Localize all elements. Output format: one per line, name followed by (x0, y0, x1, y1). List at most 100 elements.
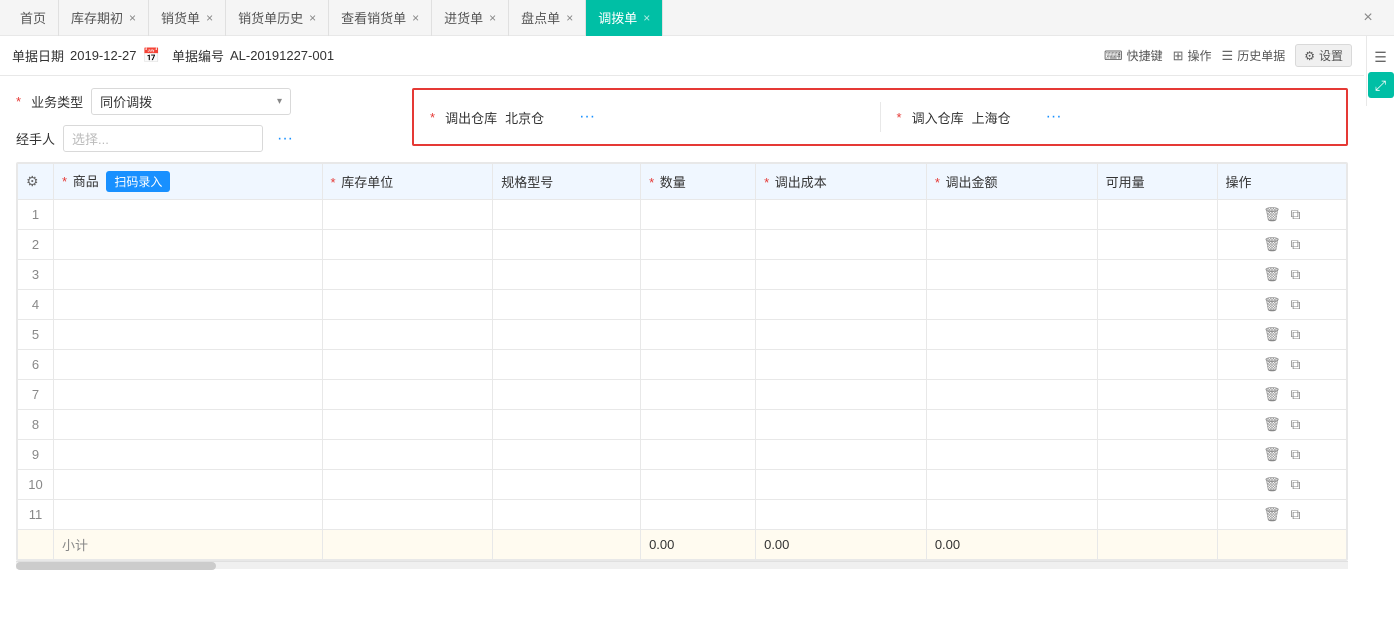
row-qty-8[interactable] (641, 410, 756, 440)
delete-icon[interactable]: 🗑 (1263, 206, 1281, 222)
row-spec-2[interactable] (493, 230, 641, 260)
row-product-9[interactable] (54, 440, 323, 470)
row-spec-8[interactable] (493, 410, 641, 440)
delete-icon[interactable]: 🗑 (1263, 476, 1281, 492)
delete-icon[interactable]: 🗑 (1263, 296, 1281, 312)
tab-close-sales-history[interactable]: × (309, 11, 316, 25)
row-product-1[interactable] (54, 200, 323, 230)
tab-purchase[interactable]: 进货单 × (432, 0, 509, 36)
row-spec-3[interactable] (493, 260, 641, 290)
row-spec-10[interactable] (493, 470, 641, 500)
copy-icon[interactable]: ⧉ (1290, 326, 1300, 342)
expand-view-button[interactable]: ⤢ (1368, 72, 1394, 98)
row-amount-7[interactable] (926, 380, 1097, 410)
row-spec-5[interactable] (493, 320, 641, 350)
delete-icon[interactable]: 🗑 (1263, 416, 1281, 432)
tab-sales-order[interactable]: 销货单 × (149, 0, 226, 36)
row-unit-8[interactable] (322, 410, 493, 440)
copy-icon[interactable]: ⧉ (1290, 506, 1300, 522)
tab-close-stocktake[interactable]: × (566, 11, 573, 25)
row-unit-1[interactable] (322, 200, 493, 230)
row-amount-6[interactable] (926, 350, 1097, 380)
tab-view-sales[interactable]: 查看销货单 × (329, 0, 432, 36)
table-settings-icon[interactable]: ⚙ (26, 173, 39, 189)
row-amount-10[interactable] (926, 470, 1097, 500)
row-qty-6[interactable] (641, 350, 756, 380)
row-cost-11[interactable] (756, 500, 927, 530)
transfer-out-more-button[interactable]: ··· (573, 108, 601, 126)
tab-home[interactable]: 首页 (8, 0, 59, 36)
row-spec-6[interactable] (493, 350, 641, 380)
delete-icon[interactable]: 🗑 (1263, 446, 1281, 462)
row-spec-9[interactable] (493, 440, 641, 470)
row-cost-7[interactable] (756, 380, 927, 410)
copy-icon[interactable]: ⧉ (1290, 206, 1300, 222)
row-unit-3[interactable] (322, 260, 493, 290)
row-cost-1[interactable] (756, 200, 927, 230)
row-unit-11[interactable] (322, 500, 493, 530)
row-qty-9[interactable] (641, 440, 756, 470)
row-qty-5[interactable] (641, 320, 756, 350)
tab-close-view-sales[interactable]: × (412, 11, 419, 25)
scroll-thumb[interactable] (16, 562, 216, 570)
copy-icon[interactable]: ⧉ (1290, 416, 1300, 432)
history-action[interactable]: ☰ 历史单据 (1222, 47, 1286, 64)
delete-icon[interactable]: 🗑 (1263, 326, 1281, 342)
row-product-5[interactable] (54, 320, 323, 350)
row-cost-10[interactable] (756, 470, 927, 500)
row-product-10[interactable] (54, 470, 323, 500)
person-more-button[interactable]: ··· (271, 130, 299, 148)
row-amount-8[interactable] (926, 410, 1097, 440)
row-unit-5[interactable] (322, 320, 493, 350)
tab-close-purchase[interactable]: × (489, 11, 496, 25)
row-amount-5[interactable] (926, 320, 1097, 350)
row-product-8[interactable] (54, 410, 323, 440)
row-amount-4[interactable] (926, 290, 1097, 320)
tab-transfer[interactable]: 调拨单 × (586, 0, 663, 36)
scan-button[interactable]: 扫码录入 (106, 171, 170, 192)
person-select[interactable]: 选择... (63, 125, 263, 152)
window-close-button[interactable]: × (1350, 0, 1386, 36)
row-cost-8[interactable] (756, 410, 927, 440)
row-qty-2[interactable] (641, 230, 756, 260)
row-product-3[interactable] (54, 260, 323, 290)
copy-icon[interactable]: ⧉ (1290, 266, 1300, 282)
horizontal-scrollbar[interactable] (16, 561, 1348, 569)
row-cost-4[interactable] (756, 290, 927, 320)
copy-icon[interactable]: ⧉ (1290, 236, 1300, 252)
tab-inventory-init[interactable]: 库存期初 × (59, 0, 149, 36)
business-type-select[interactable]: 同价调拨 ▾ (91, 88, 291, 115)
row-qty-3[interactable] (641, 260, 756, 290)
row-qty-10[interactable] (641, 470, 756, 500)
tab-close-sales-order[interactable]: × (206, 11, 213, 25)
row-amount-11[interactable] (926, 500, 1097, 530)
delete-icon[interactable]: 🗑 (1263, 356, 1281, 372)
copy-icon[interactable]: ⧉ (1290, 476, 1300, 492)
delete-icon[interactable]: 🗑 (1263, 266, 1281, 282)
tab-close-inventory-init[interactable]: × (129, 11, 136, 25)
delete-icon[interactable]: 🗑 (1263, 236, 1281, 252)
row-spec-4[interactable] (493, 290, 641, 320)
shortcut-action[interactable]: ⌨ 快捷键 (1104, 47, 1163, 64)
calendar-icon[interactable]: 📅 (143, 47, 160, 64)
row-product-7[interactable] (54, 380, 323, 410)
delete-icon[interactable]: 🗑 (1263, 506, 1281, 522)
row-qty-4[interactable] (641, 290, 756, 320)
row-spec-1[interactable] (493, 200, 641, 230)
row-qty-7[interactable] (641, 380, 756, 410)
row-unit-2[interactable] (322, 230, 493, 260)
tab-stocktake[interactable]: 盘点单 × (509, 0, 586, 36)
copy-icon[interactable]: ⧉ (1290, 446, 1300, 462)
row-cost-3[interactable] (756, 260, 927, 290)
settings-button[interactable]: ⚙ 设置 (1295, 44, 1352, 67)
row-qty-11[interactable] (641, 500, 756, 530)
row-unit-6[interactable] (322, 350, 493, 380)
row-cost-9[interactable] (756, 440, 927, 470)
row-unit-4[interactable] (322, 290, 493, 320)
row-product-11[interactable] (54, 500, 323, 530)
tab-sales-history[interactable]: 销货单历史 × (226, 0, 329, 36)
row-spec-11[interactable] (493, 500, 641, 530)
row-amount-9[interactable] (926, 440, 1097, 470)
row-unit-7[interactable] (322, 380, 493, 410)
copy-icon[interactable]: ⧉ (1290, 386, 1300, 402)
